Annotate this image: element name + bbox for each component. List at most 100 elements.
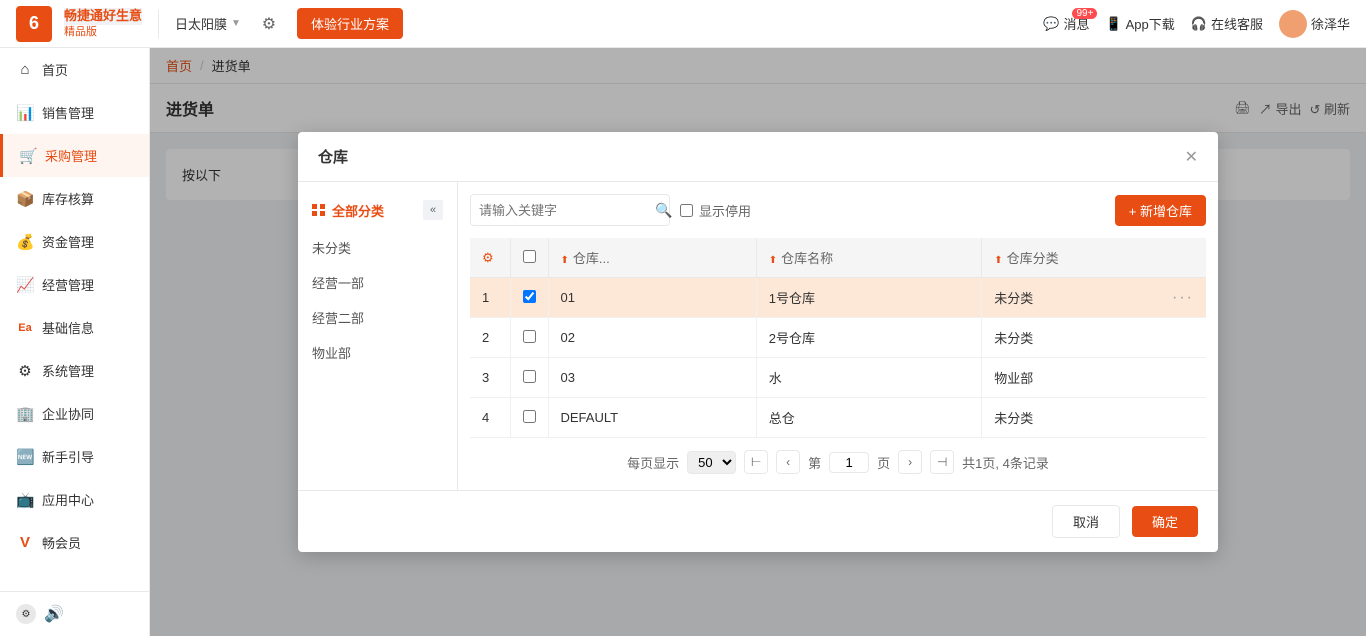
select-all-checkbox[interactable] bbox=[523, 250, 536, 263]
box-icon: 📦 bbox=[16, 190, 34, 208]
sidebar-item-enterprise[interactable]: 🏢 企业协同 bbox=[0, 392, 149, 435]
table-row[interactable]: 3 03 水 物业部 bbox=[470, 358, 1206, 398]
sidebar-item-finance[interactable]: 💰 资金管理 bbox=[0, 220, 149, 263]
row-code: 02 bbox=[548, 318, 756, 358]
industry-solution-button[interactable]: 体验行业方案 bbox=[297, 8, 403, 39]
category-item-dept1[interactable]: 经营一部 bbox=[298, 265, 457, 300]
table-row[interactable]: 2 02 2号仓库 未分类 bbox=[470, 318, 1206, 358]
row-num: 3 bbox=[470, 358, 510, 398]
row-checkbox-cell[interactable] bbox=[510, 398, 548, 438]
user-menu[interactable]: 徐泽华 bbox=[1279, 10, 1350, 38]
row-num: 4 bbox=[470, 398, 510, 438]
gear-icon: ⚙ bbox=[16, 362, 34, 380]
sidebar-item-system[interactable]: ⚙ 系统管理 bbox=[0, 349, 149, 392]
row-num: 1 bbox=[470, 278, 510, 318]
category-item-property[interactable]: 物业部 bbox=[298, 335, 457, 370]
row-code: 01 bbox=[548, 278, 756, 318]
sidebar-bottom: ⚙ 🔊 bbox=[0, 591, 149, 636]
messages-button[interactable]: 💬 消息 99+ bbox=[1043, 14, 1089, 33]
add-warehouse-button[interactable]: + 新增仓库 bbox=[1115, 195, 1206, 226]
pagination: 每页显示 50 ⊢ ‹ 第 页 › ⊣ 共1页, 4条记录 bbox=[470, 438, 1206, 478]
trend-icon: 📈 bbox=[16, 276, 34, 294]
row-checkbox[interactable] bbox=[523, 290, 536, 303]
sidebar-item-base[interactable]: Ea 基础信息 bbox=[0, 306, 149, 349]
confirm-button[interactable]: 确定 bbox=[1132, 506, 1198, 537]
row-checkbox[interactable] bbox=[523, 330, 536, 343]
sidebar-item-appcenter[interactable]: 📺 应用中心 bbox=[0, 478, 149, 521]
search-box: 🔍 bbox=[470, 194, 670, 226]
row-actions-icon[interactable]: ··· bbox=[1172, 289, 1194, 307]
settings-icon[interactable]: ⚙ bbox=[253, 8, 285, 40]
row-name: 总仓 bbox=[756, 398, 982, 438]
topbar-divider bbox=[158, 10, 159, 38]
base-icon: Ea bbox=[16, 322, 34, 334]
app-download-button[interactable]: 📱 App下载 bbox=[1105, 14, 1174, 33]
prev-page-button[interactable]: ‹ bbox=[776, 450, 800, 474]
avatar bbox=[1279, 10, 1307, 38]
last-page-button[interactable]: ⊣ bbox=[930, 450, 954, 474]
first-page-button[interactable]: ⊢ bbox=[744, 450, 768, 474]
row-checkbox-cell[interactable] bbox=[510, 278, 548, 318]
row-code: 03 bbox=[548, 358, 756, 398]
sidebar-item-inventory[interactable]: 📦 库存核算 bbox=[0, 177, 149, 220]
sidebar-item-guide[interactable]: 🆕 新手引导 bbox=[0, 435, 149, 478]
dialog-body: 全部分类 « 未分类 经营一部 经营二部 物业部 bbox=[298, 182, 1218, 490]
tv-icon: 📺 bbox=[16, 491, 34, 509]
show-disabled-checkbox[interactable] bbox=[680, 204, 693, 217]
table-toolbar: 🔍 显示停用 + 新增仓库 bbox=[470, 194, 1206, 226]
sort-icon-cat: ⬆ bbox=[994, 255, 1002, 266]
table-wrap: ⚙ ⬆仓库... ⬆仓库名称 ⬆仓库分类 1 01 bbox=[470, 238, 1206, 438]
category-all-item[interactable]: 全部分类 bbox=[312, 201, 384, 220]
brand-name: 畅捷通好生意 精品版 bbox=[64, 8, 142, 39]
dialog-header: 仓库 ✕ bbox=[298, 132, 1218, 182]
cancel-button[interactable]: 取消 bbox=[1052, 505, 1120, 538]
sidebar-collapse-button[interactable]: ⚙ bbox=[16, 604, 36, 624]
th-code: ⬆仓库... bbox=[548, 238, 756, 278]
online-service-button[interactable]: 🎧 在线客服 bbox=[1191, 14, 1263, 33]
category-collapse-button[interactable]: « bbox=[423, 200, 443, 220]
row-category: 未分类 bbox=[982, 398, 1206, 437]
category-item-dept2[interactable]: 经营二部 bbox=[298, 300, 457, 335]
sort-icon-name: ⬆ bbox=[769, 255, 777, 266]
dialog-close-button[interactable]: ✕ bbox=[1185, 147, 1198, 167]
table-row[interactable]: 1 01 1号仓库 未分类··· bbox=[470, 278, 1206, 318]
table-row[interactable]: 4 DEFAULT 总仓 未分类 bbox=[470, 398, 1206, 438]
sidebar-item-member[interactable]: V 畅会员 bbox=[0, 521, 149, 564]
row-name: 1号仓库 bbox=[756, 278, 982, 318]
sidebar-item-home[interactable]: ⌂ 首页 bbox=[0, 48, 149, 91]
row-checkbox[interactable] bbox=[523, 370, 536, 383]
next-page-button[interactable]: › bbox=[898, 450, 922, 474]
store-selector[interactable]: 日太阳膜 ▼ bbox=[175, 14, 241, 33]
per-page-select[interactable]: 50 bbox=[687, 451, 736, 474]
app-logo: 6 bbox=[16, 6, 52, 42]
dialog-title: 仓库 bbox=[318, 146, 348, 167]
topbar-right: 💬 消息 99+ 📱 App下载 🎧 在线客服 徐泽华 bbox=[1043, 10, 1350, 38]
main-content: 首页 / 进货单 进货单 🖨 ↗ 导出 ↺ 刷新 按以下 仓库 bbox=[150, 48, 1366, 636]
row-name: 水 bbox=[756, 358, 982, 398]
sort-icon: ⬆ bbox=[561, 255, 569, 266]
row-checkbox-cell[interactable] bbox=[510, 358, 548, 398]
sidebar-item-operation[interactable]: 📈 经营管理 bbox=[0, 263, 149, 306]
row-category: 未分类··· bbox=[982, 278, 1206, 317]
row-category: 未分类 bbox=[982, 318, 1206, 357]
row-checkbox[interactable] bbox=[523, 410, 536, 423]
sidebar-item-sales[interactable]: 📊 销售管理 bbox=[0, 91, 149, 134]
table-header-row: ⚙ ⬆仓库... ⬆仓库名称 ⬆仓库分类 bbox=[470, 238, 1206, 278]
message-icon: 💬 bbox=[1043, 16, 1059, 32]
search-input[interactable] bbox=[479, 203, 655, 218]
message-badge: 99+ bbox=[1072, 8, 1097, 19]
page-number-input[interactable] bbox=[829, 452, 869, 473]
warehouse-table-body: 1 01 1号仓库 未分类··· 2 02 2号仓库 未分类 3 03 水 物业… bbox=[470, 278, 1206, 438]
sidebar-item-purchase[interactable]: 🛒 采购管理 bbox=[0, 134, 149, 177]
search-icon[interactable]: 🔍 bbox=[655, 202, 672, 219]
store-arrow-icon: ▼ bbox=[231, 18, 241, 29]
warehouse-table: ⚙ ⬆仓库... ⬆仓库名称 ⬆仓库分类 1 01 bbox=[470, 238, 1206, 438]
row-checkbox-cell[interactable] bbox=[510, 318, 548, 358]
th-category: ⬆仓库分类 bbox=[982, 238, 1206, 278]
new-icon: 🆕 bbox=[16, 448, 34, 466]
show-disabled-toggle: 显示停用 bbox=[680, 201, 751, 220]
category-item-unclassified[interactable]: 未分类 bbox=[298, 230, 457, 265]
topbar: 6 畅捷通好生意 精品版 日太阳膜 ▼ ⚙ 体验行业方案 💬 消息 99+ 📱 … bbox=[0, 0, 1366, 48]
home-icon: ⌂ bbox=[16, 61, 34, 78]
headset-icon: 🎧 bbox=[1191, 16, 1207, 32]
